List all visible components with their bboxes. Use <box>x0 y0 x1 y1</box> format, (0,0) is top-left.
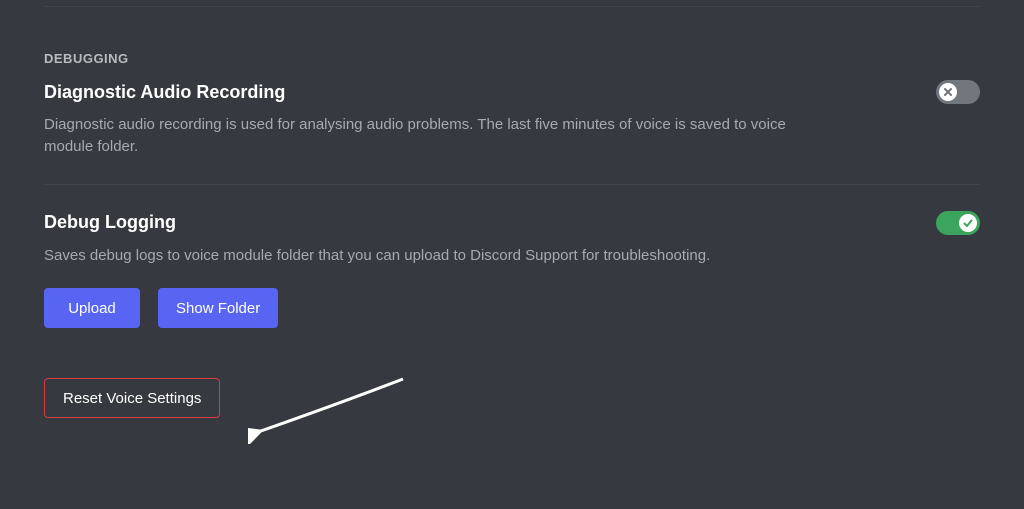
setting-debug-logging: Debug Logging <box>44 211 980 235</box>
toggle-debug-logging[interactable] <box>936 211 980 235</box>
annotation-arrow-icon <box>248 374 408 444</box>
toggle-diagnostic-audio[interactable] <box>936 80 980 104</box>
divider <box>44 6 980 7</box>
x-icon <box>939 83 957 101</box>
setting-description: Diagnostic audio recording is used for a… <box>44 114 824 158</box>
divider <box>44 184 980 185</box>
setting-diagnostic-audio: Diagnostic Audio Recording <box>44 80 980 104</box>
setting-description: Saves debug logs to voice module folder … <box>44 245 824 267</box>
setting-title: Diagnostic Audio Recording <box>44 82 285 103</box>
section-header-debugging: DEBUGGING <box>44 51 980 66</box>
reset-voice-settings-button[interactable]: Reset Voice Settings <box>44 378 220 418</box>
setting-title: Debug Logging <box>44 212 176 233</box>
check-icon <box>959 214 977 232</box>
upload-button[interactable]: Upload <box>44 288 140 328</box>
debug-log-buttons: Upload Show Folder <box>44 288 980 328</box>
show-folder-button[interactable]: Show Folder <box>158 288 278 328</box>
